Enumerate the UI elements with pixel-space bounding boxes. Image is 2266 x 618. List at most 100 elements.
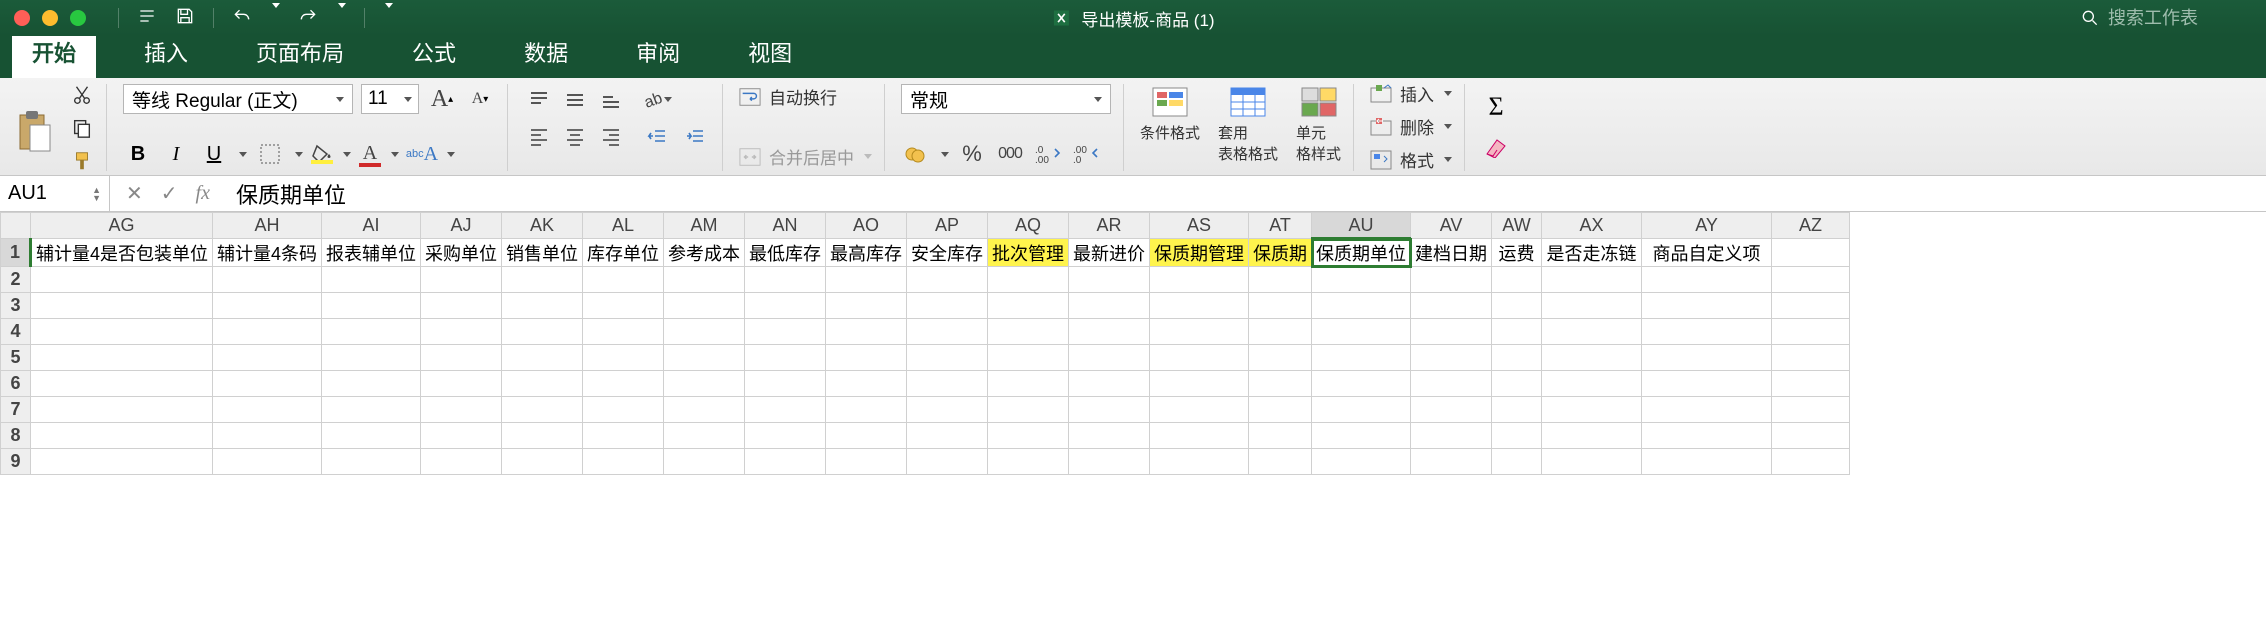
cell-AN3[interactable]	[745, 293, 826, 319]
cell-AN5[interactable]	[745, 345, 826, 371]
cell-AP4[interactable]	[907, 319, 988, 345]
cell-AU7[interactable]	[1312, 397, 1411, 423]
increase-font-button[interactable]: A▴	[427, 84, 457, 114]
autosum-button[interactable]: Σ	[1481, 92, 1511, 122]
select-all-corner[interactable]	[1, 213, 31, 239]
col-header-AI[interactable]: AI	[322, 213, 421, 239]
cell-AW8[interactable]	[1492, 423, 1542, 449]
cell-AU3[interactable]	[1312, 293, 1411, 319]
cell-AQ5[interactable]	[988, 345, 1069, 371]
currency-button[interactable]	[901, 139, 931, 169]
cell-AK7[interactable]	[502, 397, 583, 423]
cell-AJ3[interactable]	[421, 293, 502, 319]
wrap-text-button[interactable]: 自动换行	[739, 84, 872, 109]
underline-dropdown[interactable]	[239, 152, 247, 157]
cell-AL5[interactable]	[583, 345, 664, 371]
cell-AM1[interactable]: 参考成本	[664, 239, 745, 267]
cell-AZ1[interactable]	[1772, 239, 1850, 267]
cell-AR8[interactable]	[1069, 423, 1150, 449]
cell-AM4[interactable]	[664, 319, 745, 345]
col-header-AY[interactable]: AY	[1642, 213, 1772, 239]
cell-AS6[interactable]	[1150, 371, 1249, 397]
spreadsheet-grid[interactable]: AGAHAIAJAKALAMANAOAPAQARASATAUAVAWAXAYAZ…	[0, 212, 2266, 475]
orientation-button[interactable]: ab	[642, 84, 672, 114]
cut-button[interactable]	[70, 84, 94, 111]
cell-AU5[interactable]	[1312, 345, 1411, 371]
name-box[interactable]: ▲▼	[0, 176, 110, 211]
font-color-dropdown[interactable]	[391, 152, 399, 157]
cell-AU2[interactable]	[1312, 267, 1411, 293]
col-header-AH[interactable]: AH	[213, 213, 322, 239]
cell-AZ8[interactable]	[1772, 423, 1850, 449]
increase-indent-button[interactable]	[680, 122, 710, 152]
col-header-AN[interactable]: AN	[745, 213, 826, 239]
cell-AP1[interactable]: 安全库存	[907, 239, 988, 267]
align-top-button[interactable]	[524, 85, 554, 115]
align-bottom-button[interactable]	[596, 85, 626, 115]
search-box[interactable]	[2080, 8, 2266, 29]
format-painter-button[interactable]	[70, 150, 94, 177]
col-header-AT[interactable]: AT	[1249, 213, 1312, 239]
cell-AS7[interactable]	[1150, 397, 1249, 423]
cell-AS5[interactable]	[1150, 345, 1249, 371]
cell-AU6[interactable]	[1312, 371, 1411, 397]
cell-AI4[interactable]	[322, 319, 421, 345]
qat-customize-icon[interactable]	[383, 8, 393, 28]
cell-AZ4[interactable]	[1772, 319, 1850, 345]
cell-AM2[interactable]	[664, 267, 745, 293]
cell-AY1[interactable]: 商品自定义项	[1642, 239, 1772, 267]
cell-AS9[interactable]	[1150, 449, 1249, 475]
cell-AO8[interactable]	[826, 423, 907, 449]
comma-button[interactable]: 000	[995, 139, 1025, 169]
cell-AX1[interactable]: 是否走冻链	[1542, 239, 1642, 267]
cell-AW6[interactable]	[1492, 371, 1542, 397]
cell-AK5[interactable]	[502, 345, 583, 371]
home-icon[interactable]	[137, 6, 157, 31]
cell-AI7[interactable]	[322, 397, 421, 423]
cell-AX8[interactable]	[1542, 423, 1642, 449]
cell-AT4[interactable]	[1249, 319, 1312, 345]
cell-AI5[interactable]	[322, 345, 421, 371]
cell-AN1[interactable]: 最低库存	[745, 239, 826, 267]
col-header-AX[interactable]: AX	[1542, 213, 1642, 239]
cell-AS3[interactable]	[1150, 293, 1249, 319]
col-header-AK[interactable]: AK	[502, 213, 583, 239]
nameref-down[interactable]: ▼	[92, 194, 101, 202]
phonetic-dropdown[interactable]	[447, 152, 455, 157]
fill-color-button[interactable]	[311, 144, 333, 164]
col-header-AG[interactable]: AG	[31, 213, 213, 239]
cell-AX6[interactable]	[1542, 371, 1642, 397]
cell-AQ6[interactable]	[988, 371, 1069, 397]
cell-AM6[interactable]	[664, 371, 745, 397]
cell-AZ2[interactable]	[1772, 267, 1850, 293]
row-header-7[interactable]: 7	[1, 397, 31, 423]
cell-AV1[interactable]: 建档日期	[1411, 239, 1492, 267]
borders-dropdown[interactable]	[295, 152, 303, 157]
cell-AR4[interactable]	[1069, 319, 1150, 345]
cell-AQ9[interactable]	[988, 449, 1069, 475]
cell-AZ3[interactable]	[1772, 293, 1850, 319]
redo-icon[interactable]	[298, 6, 318, 31]
cell-AV6[interactable]	[1411, 371, 1492, 397]
decrease-decimal-button[interactable]: .00.0	[1071, 139, 1101, 169]
cell-AL4[interactable]	[583, 319, 664, 345]
cell-AW5[interactable]	[1492, 345, 1542, 371]
cell-AG3[interactable]	[31, 293, 213, 319]
cell-AQ7[interactable]	[988, 397, 1069, 423]
cell-AY4[interactable]	[1642, 319, 1772, 345]
cell-AW2[interactable]	[1492, 267, 1542, 293]
cell-AR2[interactable]	[1069, 267, 1150, 293]
cell-AV4[interactable]	[1411, 319, 1492, 345]
row-header-1[interactable]: 1	[1, 239, 31, 267]
borders-button[interactable]	[255, 139, 285, 169]
cell-AJ5[interactable]	[421, 345, 502, 371]
cell-AN7[interactable]	[745, 397, 826, 423]
cell-AQ2[interactable]	[988, 267, 1069, 293]
cell-AQ3[interactable]	[988, 293, 1069, 319]
cell-AT6[interactable]	[1249, 371, 1312, 397]
format-cells-button[interactable]: 格式	[1370, 147, 1452, 172]
cell-AS4[interactable]	[1150, 319, 1249, 345]
format-as-table-button[interactable]: 套用 表格格式	[1218, 84, 1278, 164]
cell-AK8[interactable]	[502, 423, 583, 449]
close-window-button[interactable]	[14, 10, 30, 26]
